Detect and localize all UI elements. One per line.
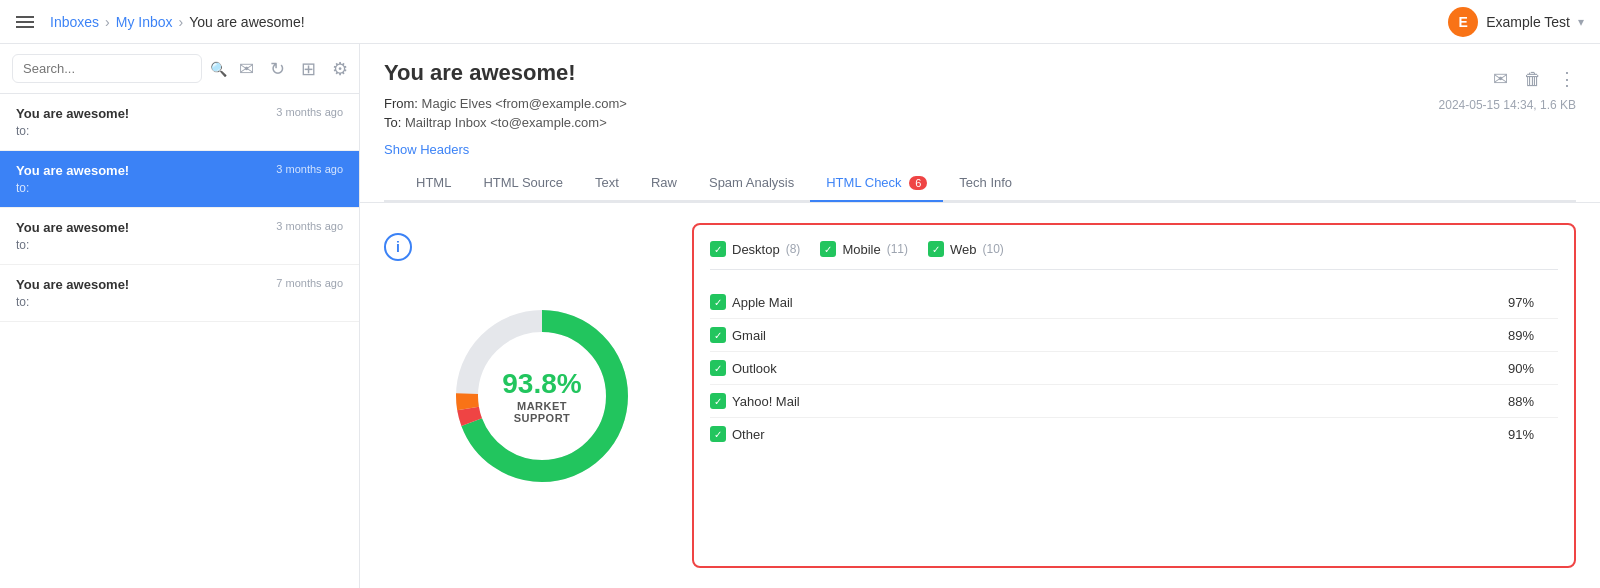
stat-name: ✓ Outlook xyxy=(710,360,1508,376)
email-to: to: xyxy=(16,238,343,252)
hamburger-icon[interactable] xyxy=(16,16,34,28)
tab-tech-info[interactable]: Tech Info xyxy=(943,165,1028,202)
stat-row: ✓ Outlook 90% xyxy=(710,352,1558,385)
refresh-icon[interactable]: ↻ xyxy=(270,58,285,80)
email-to: to: xyxy=(16,295,343,309)
user-name: Example Test xyxy=(1486,14,1570,30)
stat-checkbox[interactable]: ✓ xyxy=(710,360,726,376)
email-list-item[interactable]: You are awesome! 3 months ago to: xyxy=(0,94,359,151)
stat-percent: 88% xyxy=(1508,394,1558,409)
filter-label: Mobile xyxy=(842,242,880,257)
stat-percent: 90% xyxy=(1508,361,1558,376)
checkbox-desktop[interactable]: ✓ xyxy=(710,241,726,257)
email-time: 3 months ago xyxy=(276,220,343,232)
tab-raw[interactable]: Raw xyxy=(635,165,693,202)
from-label: From: xyxy=(384,96,418,111)
email-time: 3 months ago xyxy=(276,106,343,118)
tab-html-check[interactable]: HTML Check 6 xyxy=(810,165,943,202)
sidebar: 🔍 ✉ ↻ ⊞ ⚙ You are awesome! 3 months ago … xyxy=(0,44,360,588)
breadcrumb-separator-1: › xyxy=(105,14,110,30)
breadcrumb-separator-2: › xyxy=(179,14,184,30)
stat-name: ✓ Apple Mail xyxy=(710,294,1508,310)
checkbox-web[interactable]: ✓ xyxy=(928,241,944,257)
filter-label: Desktop xyxy=(732,242,780,257)
donut-label: MARKET SUPPORT xyxy=(502,400,581,424)
breadcrumb-my-inbox[interactable]: My Inbox xyxy=(116,14,173,30)
filter-label: Web xyxy=(950,242,977,257)
show-headers-link[interactable]: Show Headers xyxy=(384,142,469,157)
email-list-item[interactable]: You are awesome! 3 months ago to: xyxy=(0,208,359,265)
filter-count: (10) xyxy=(983,242,1004,256)
email-to: to: xyxy=(16,181,343,195)
info-button[interactable]: i xyxy=(384,233,412,261)
email-list-item[interactable]: You are awesome! 3 months ago to: xyxy=(0,151,359,208)
stat-name: ✓ Other xyxy=(710,426,1508,442)
filter-item-mobile[interactable]: ✓ Mobile (11) xyxy=(820,241,908,257)
stats-list: ✓ Apple Mail 97% ✓ Gmail 89% ✓ Outlook 9… xyxy=(710,286,1558,450)
stat-row: ✓ Yahoo! Mail 88% xyxy=(710,385,1558,418)
email-list: You are awesome! 3 months ago to: You ar… xyxy=(0,94,359,588)
stat-row: ✓ Gmail 89% xyxy=(710,319,1558,352)
stat-checkbox[interactable]: ✓ xyxy=(710,327,726,343)
user-avatar: E xyxy=(1448,7,1478,37)
stat-name: ✓ Gmail xyxy=(710,327,1508,343)
tab-spam-analysis[interactable]: Spam Analysis xyxy=(693,165,810,202)
tab-badge: 6 xyxy=(909,176,927,190)
search-icon: 🔍 xyxy=(210,61,227,77)
checkbox-mobile[interactable]: ✓ xyxy=(820,241,836,257)
stat-checkbox[interactable]: ✓ xyxy=(710,294,726,310)
donut-percent: 93.8% xyxy=(502,368,581,400)
email-subject: You are awesome! xyxy=(16,220,129,235)
stat-checkbox[interactable]: ✓ xyxy=(710,393,726,409)
right-panel: You are awesome! From: Magic Elves <from… xyxy=(360,44,1600,588)
filter-count: (11) xyxy=(887,242,908,256)
email-to: to: xyxy=(16,124,343,138)
settings-icon[interactable]: ⚙ xyxy=(332,58,348,80)
content-area: i 93.8% xyxy=(360,203,1600,588)
stats-panel: ✓ Desktop (8) ✓ Mobile (11) ✓ Web (10) ✓… xyxy=(692,223,1576,568)
compose-icon[interactable]: ✉ xyxy=(1493,68,1508,90)
filter-icon[interactable]: ⊞ xyxy=(301,58,316,80)
user-menu[interactable]: E Example Test ▾ xyxy=(1448,7,1584,37)
stat-row: ✓ Other 91% xyxy=(710,418,1558,450)
breadcrumb-inboxes[interactable]: Inboxes xyxy=(50,14,99,30)
filter-item-web[interactable]: ✓ Web (10) xyxy=(928,241,1004,257)
stat-checkbox[interactable]: ✓ xyxy=(710,426,726,442)
chevron-down-icon: ▾ xyxy=(1578,15,1584,29)
stat-percent: 97% xyxy=(1508,295,1558,310)
email-time: 7 months ago xyxy=(276,277,343,289)
breadcrumb-current: You are awesome! xyxy=(189,14,304,30)
stat-name: ✓ Yahoo! Mail xyxy=(710,393,1508,409)
stat-row: ✓ Apple Mail 97% xyxy=(710,286,1558,319)
filter-count: (8) xyxy=(786,242,801,256)
email-date: 2024-05-15 14:34, 1.6 KB xyxy=(1439,98,1576,112)
filter-row: ✓ Desktop (8) ✓ Mobile (11) ✓ Web (10) xyxy=(710,241,1558,270)
stat-percent: 89% xyxy=(1508,328,1558,343)
stat-percent: 91% xyxy=(1508,427,1558,442)
tab-html[interactable]: HTML xyxy=(400,165,467,202)
chart-area: 93.8% MARKET SUPPORT xyxy=(412,223,672,568)
inbox-icon[interactable]: ✉ xyxy=(239,58,254,80)
tabs-bar: HTMLHTML SourceTextRawSpam AnalysisHTML … xyxy=(384,165,1576,202)
search-input[interactable] xyxy=(12,54,202,83)
delete-icon[interactable]: 🗑 xyxy=(1524,69,1542,90)
to-label: To: xyxy=(384,115,401,130)
email-subject: You are awesome! xyxy=(16,106,129,121)
more-actions-icon[interactable]: ⋮ xyxy=(1558,68,1576,90)
email-title: You are awesome! xyxy=(384,60,627,86)
email-subject: You are awesome! xyxy=(16,277,129,292)
email-time: 3 months ago xyxy=(276,163,343,175)
email-list-item[interactable]: You are awesome! 7 months ago to: xyxy=(0,265,359,322)
filter-item-desktop[interactable]: ✓ Desktop (8) xyxy=(710,241,800,257)
tab-text[interactable]: Text xyxy=(579,165,635,202)
to-value: Mailtrap Inbox <to@example.com> xyxy=(405,115,607,130)
from-value: Magic Elves <from@example.com> xyxy=(422,96,627,111)
email-subject: You are awesome! xyxy=(16,163,129,178)
tab-html-source[interactable]: HTML Source xyxy=(467,165,579,202)
